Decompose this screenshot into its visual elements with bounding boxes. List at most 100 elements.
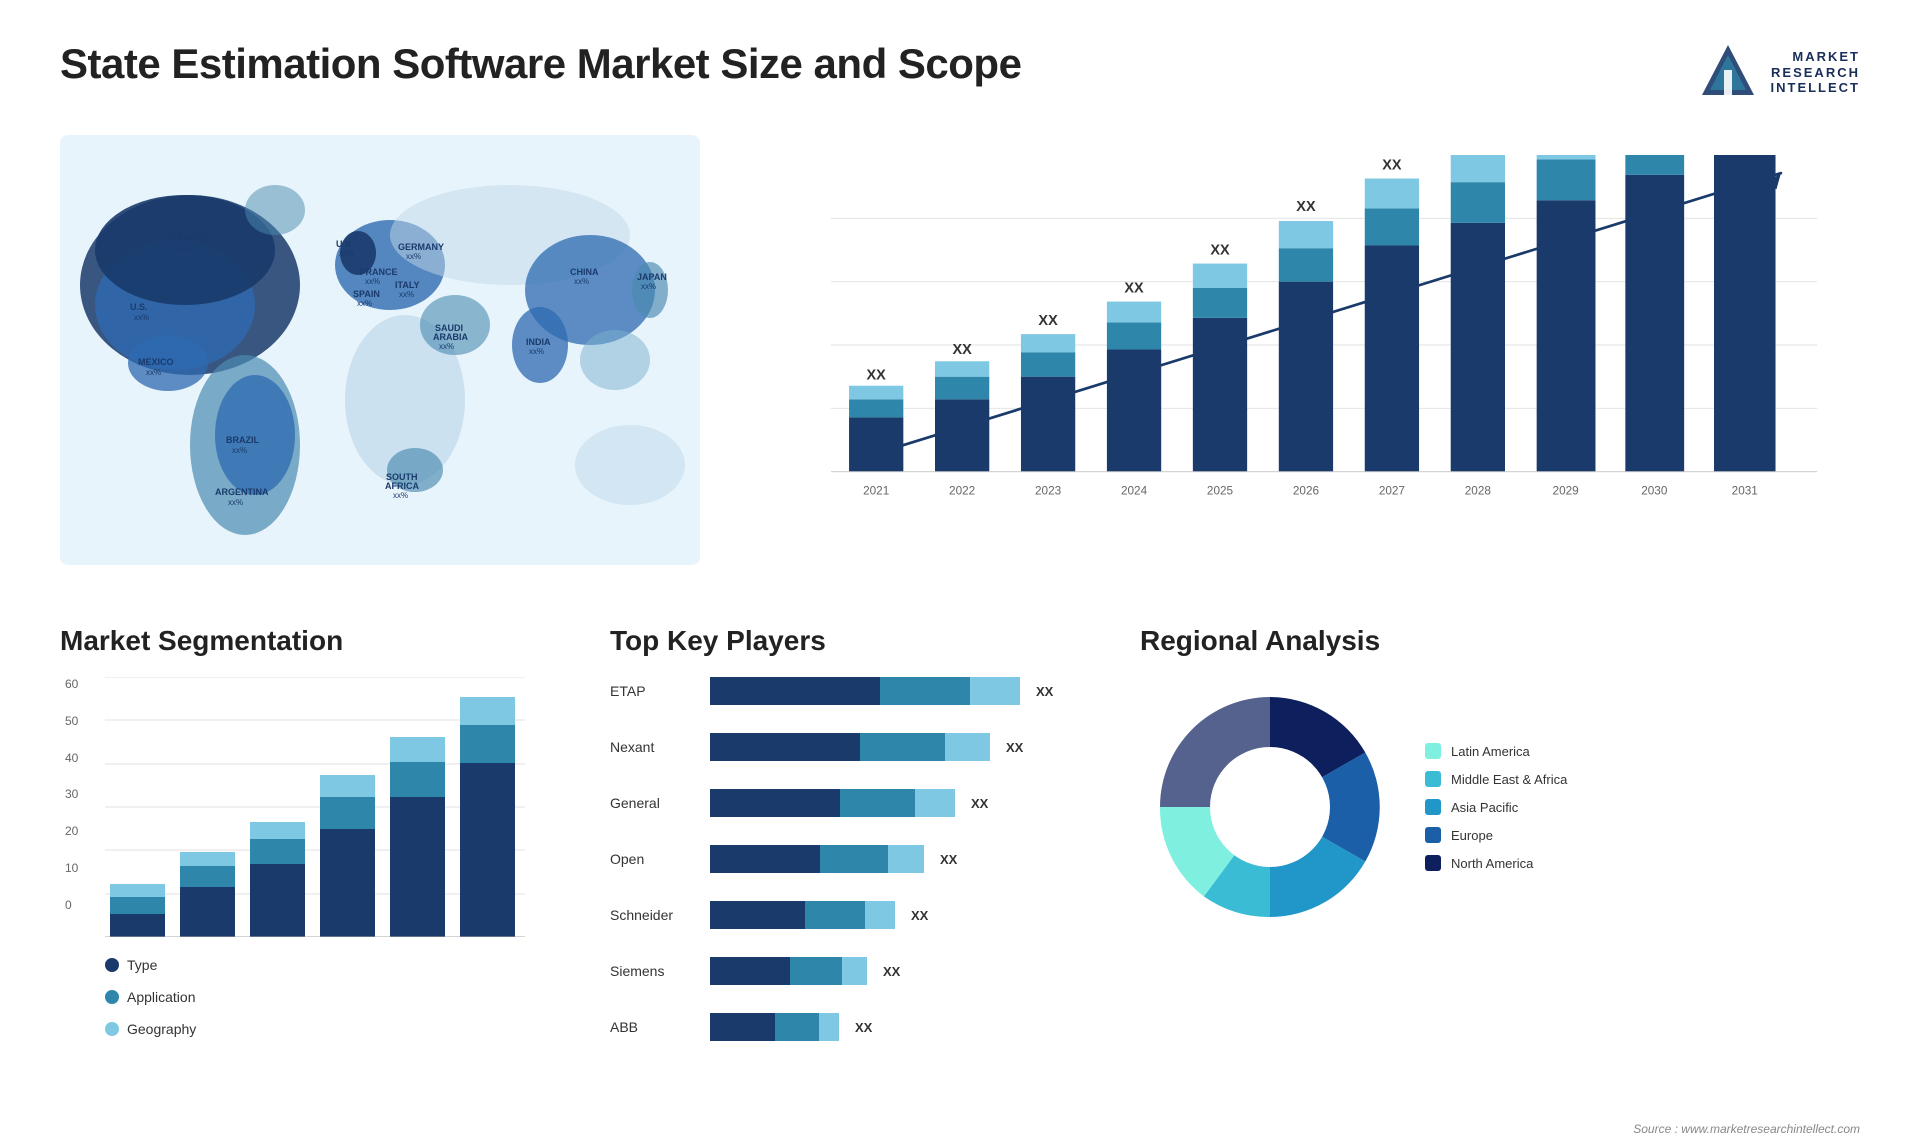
svg-text:2021: 2021 [863,484,889,497]
reg-legend-asia-pacific: Asia Pacific [1425,799,1567,815]
player-xx-nexant: XX [1006,740,1023,755]
seg-y-40: 40 [65,751,78,765]
svg-text:XX: XX [1038,313,1058,329]
india-pct: xx% [529,347,544,356]
key-players-section: Top Key Players ETAP XX Nexant [610,625,1110,1055]
player-name-etap: ETAP [610,683,700,699]
player-row-general: General XX [610,789,1110,817]
regional-legend: Latin America Middle East & Africa Asia … [1425,743,1567,871]
world-map-section: CANADA xx% U.S. xx% MEXICO xx% BRAZIL xx… [60,135,700,595]
player-row-open: Open XX [610,845,1110,873]
seg-y-30: 30 [65,787,78,801]
reg-label-latin-america: Latin America [1451,744,1530,759]
legend-geography-label: Geography [127,1021,196,1037]
reg-color-asia-pacific [1425,799,1441,815]
regional-section: Regional Analysis [1140,625,1860,937]
safrica-label2: AFRICA [385,481,419,491]
legend-geography: Geography [105,1021,580,1037]
svg-text:2031: 2031 [1732,484,1758,497]
seg-y-10: 10 [65,861,78,875]
reg-legend-north-america: North America [1425,855,1567,871]
player-xx-open: XX [940,852,957,867]
reg-legend-europe: Europe [1425,827,1567,843]
player-row-etap: ETAP XX [610,677,1110,705]
logo-text: MARKET RESEARCH INTELLECT [1771,49,1861,96]
reg-legend-latin-america: Latin America [1425,743,1567,759]
mexico-label: MEXICO [138,357,174,367]
reg-label-asia-pacific: Asia Pacific [1451,800,1518,815]
player-xx-siemens: XX [883,964,900,979]
reg-color-mea [1425,771,1441,787]
player-name-schneider: Schneider [610,907,700,923]
svg-text:2029: 2029 [1553,484,1579,497]
france-pct: xx% [365,277,380,286]
japan-pct: xx% [641,282,656,291]
spain-label: SPAIN [353,289,380,299]
us-label: U.S. [130,302,148,312]
svg-text:XX: XX [867,367,887,383]
regional-title: Regional Analysis [1140,625,1860,657]
svg-text:2030: 2030 [1641,484,1668,497]
key-players-title: Top Key Players [610,625,1110,657]
svg-text:2023: 2023 [1035,484,1062,497]
player-xx-general: XX [971,796,988,811]
us-pct: xx% [134,313,149,322]
legend-application-label: Application [127,989,196,1005]
legend-type-dot [105,958,119,972]
mexico-pct: xx% [146,368,161,377]
logo-area: MARKET RESEARCH INTELLECT [1696,40,1861,105]
reg-label-europe: Europe [1451,828,1493,843]
page-title: State Estimation Software Market Size an… [60,40,1021,88]
player-name-siemens: Siemens [610,963,700,979]
bar-chart-section: XX 2021 XX 2022 XX 2023 XX 2024 [740,135,1860,595]
saudi-label2: ARABIA [433,332,468,342]
player-xx-etap: XX [1036,684,1053,699]
svg-text:XX: XX [1296,199,1316,215]
player-name-nexant: Nexant [610,739,700,755]
growth-bar-chart: XX 2021 XX 2022 XX 2023 XX 2024 [790,155,1840,535]
reg-label-north-america: North America [1451,856,1533,871]
seg-y-60: 60 [65,677,78,691]
saudi-pct: xx% [439,342,454,351]
brazil-label: BRAZIL [226,435,259,445]
player-row-nexant: Nexant XX [610,733,1110,761]
reg-color-europe [1425,827,1441,843]
player-row-siemens: Siemens XX [610,957,1110,985]
svg-text:2025: 2025 [1207,484,1234,497]
player-row-abb: ABB XX [610,1013,1110,1041]
seg-y-0: 0 [65,898,78,912]
svg-text:XX: XX [1210,243,1230,259]
segmentation-chart-svg: 2021 2022 2023 2024 2025 2026 [105,677,535,937]
svg-text:XX: XX [952,342,972,358]
brazil-pct: xx% [232,446,247,455]
svg-text:2028: 2028 [1465,484,1492,497]
canada-label: CANADA [170,232,209,242]
legend-application: Application [105,989,580,1005]
player-name-general: General [610,795,700,811]
segmentation-title: Market Segmentation [60,625,580,657]
uk-label: U.K. [336,239,354,249]
argentina-label: ARGENTINA [215,487,269,497]
page-header: State Estimation Software Market Size an… [60,40,1860,105]
legend-geography-dot [105,1022,119,1036]
reg-color-north-america [1425,855,1441,871]
logo-icon [1696,40,1761,105]
reg-color-latin-america [1425,743,1441,759]
svg-text:2026: 2026 [1293,484,1320,497]
india-label: INDIA [526,337,551,347]
player-name-abb: ABB [610,1019,700,1035]
reg-legend-mea: Middle East & Africa [1425,771,1567,787]
seg-y-20: 20 [65,824,78,838]
spain-pct: xx% [357,299,372,308]
canada-pct: xx% [178,244,193,253]
svg-text:2027: 2027 [1379,484,1405,497]
china-pct: xx% [574,277,589,286]
source-text: Source : www.marketresearchintellect.com [1633,1122,1860,1136]
safrica-pct: xx% [393,491,408,500]
svg-text:XX: XX [1124,281,1144,297]
donut-chart-svg [1140,677,1400,937]
svg-text:XX: XX [1382,157,1402,173]
france-label: FRANCE [360,267,398,277]
uk-pct: xx% [339,249,354,258]
player-xx-abb: XX [855,1020,872,1035]
